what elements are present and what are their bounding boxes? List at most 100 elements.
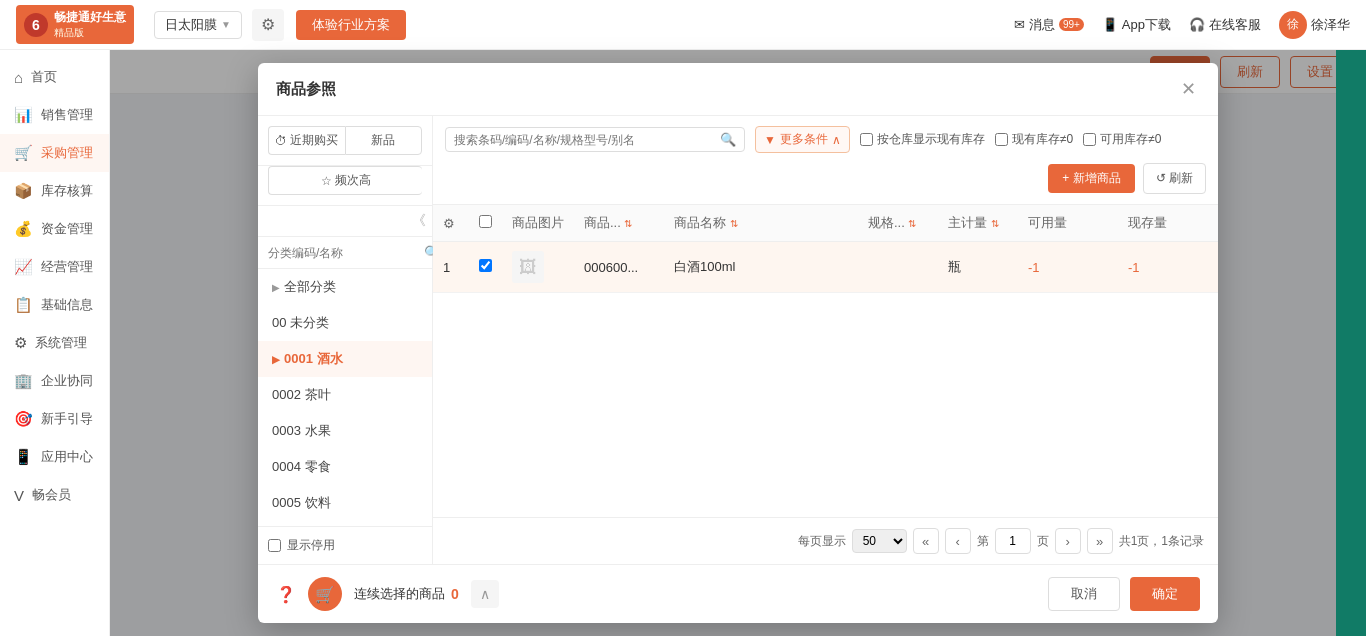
messages-badge: 99+ (1059, 18, 1084, 31)
modal-body: ⏱ 近期购买 新品 ☆ 频次高 (258, 116, 1218, 564)
modal-close-button[interactable]: ✕ (1176, 77, 1200, 101)
nav-user[interactable]: 徐 徐泽华 (1279, 11, 1350, 39)
row-image: 🖼 (502, 242, 574, 293)
sidebar-item-sales[interactable]: 📊 销售管理 (0, 96, 109, 134)
per-page-select[interactable]: 50 100 (852, 529, 907, 553)
sidebar-item-inventory[interactable]: 📦 库存核算 (0, 172, 109, 210)
stock-ne0-filter: 现有库存≠0 (995, 131, 1073, 148)
stock-ne0-label[interactable]: 现有库存≠0 (1012, 131, 1073, 148)
nav-service[interactable]: 🎧 在线客服 (1189, 16, 1261, 34)
usable-ne0-checkbox[interactable] (1083, 133, 1096, 146)
nav-messages[interactable]: ✉ 消息 99+ (1014, 16, 1084, 34)
col-spec-header[interactable]: 规格... ⇅ (858, 205, 938, 242)
product-search-input[interactable] (454, 133, 714, 147)
table-row[interactable]: 1 🖼 (433, 242, 1218, 293)
col-stock-header: 现存量 (1118, 205, 1218, 242)
add-product-button[interactable]: + 新增商品 (1048, 164, 1134, 193)
col-settings-icon[interactable]: ⚙ (443, 216, 455, 231)
message-icon: ✉ (1014, 17, 1025, 32)
sidebar-item-system[interactable]: ⚙ 系统管理 (0, 324, 109, 362)
first-page-button[interactable]: « (913, 528, 939, 554)
cat-item-00[interactable]: 00 未分类 (258, 305, 432, 341)
col-name-header[interactable]: 商品名称 ⇅ (664, 205, 858, 242)
chevron-up-icon: ∧ (480, 586, 490, 602)
sidebar-item-apps[interactable]: 📱 应用中心 (0, 438, 109, 476)
store-dropdown-icon: ▼ (221, 19, 231, 30)
cat-item-0005[interactable]: 0005 饮料 (258, 485, 432, 521)
gear-button[interactable]: ⚙ (252, 9, 284, 41)
vip-icon: V (14, 487, 24, 504)
page-word: 第 (977, 533, 989, 550)
select-all-checkbox[interactable] (479, 215, 492, 228)
cat-item-0004[interactable]: 0004 零食 (258, 449, 432, 485)
sidebar-label-finance: 资金管理 (41, 220, 93, 238)
cat-item-0003[interactable]: 0003 水果 (258, 413, 432, 449)
category-list: ▶ 全部分类 00 未分类 ▶ 0001 酒水 0002 茶 (258, 269, 432, 526)
col-unit-header[interactable]: 主计量 ⇅ (938, 205, 1018, 242)
confirm-button[interactable]: 确定 (1130, 577, 1200, 611)
cat-label-00: 00 未分类 (272, 314, 329, 332)
help-icon[interactable]: ❓ (276, 585, 296, 604)
warehouse-label[interactable]: 按仓库显示现有库存 (877, 131, 985, 148)
per-page-label: 每页显示 (798, 533, 846, 550)
prev-page-button[interactable]: ‹ (945, 528, 971, 554)
sidebar-item-vip[interactable]: V 畅会员 (0, 476, 109, 514)
new-product-button[interactable]: 新品 (345, 126, 423, 155)
home-icon: ⌂ (14, 69, 23, 86)
search-icon[interactable]: 🔍 (720, 132, 736, 147)
next-page-button[interactable]: › (1055, 528, 1081, 554)
image-placeholder-icon: 🖼 (519, 257, 537, 278)
row-checkbox-cell (469, 242, 502, 293)
sidebar-item-guide[interactable]: 🎯 新手引导 (0, 400, 109, 438)
content-area: 查询 刷新 设置 商品参照 ✕ ⏱ (110, 50, 1366, 636)
modal-title: 商品参照 (276, 80, 336, 99)
sidebar-item-basic-info[interactable]: 📋 基础信息 (0, 286, 109, 324)
top-nav: 6 畅捷通好生意 精品版 日太阳膜 ▼ ⚙ 体验行业方案 ✉ 消息 99+ 📱 … (0, 0, 1366, 50)
recent-purchase-button[interactable]: ⏱ 近期购买 (268, 126, 345, 155)
usable-ne0-label[interactable]: 可用库存≠0 (1100, 131, 1161, 148)
stock-ne0-checkbox[interactable] (995, 133, 1008, 146)
cat-item-0002[interactable]: 0002 茶叶 (258, 377, 432, 413)
sidebar-label-inventory: 库存核算 (41, 182, 93, 200)
sidebar-item-enterprise[interactable]: 🏢 企业协同 (0, 362, 109, 400)
sidebar-label-vip: 畅会员 (32, 486, 71, 504)
page-number-input[interactable] (995, 528, 1031, 554)
purchase-icon: 🛒 (14, 144, 33, 162)
nav-app-download[interactable]: 📱 App下载 (1102, 16, 1171, 34)
cat-item-all[interactable]: ▶ 全部分类 (258, 269, 432, 305)
cancel-button[interactable]: 取消 (1048, 577, 1120, 611)
avatar: 徐 (1279, 11, 1307, 39)
inventory-icon: 📦 (14, 182, 33, 200)
cart-button[interactable]: 🛒 (308, 577, 342, 611)
sidebar-item-purchase[interactable]: 🛒 采购管理 (0, 134, 109, 172)
continuous-label: 连续选择的商品 (354, 585, 445, 603)
show-disabled-checkbox[interactable] (268, 539, 281, 552)
sidebar-item-finance[interactable]: 💰 资金管理 (0, 210, 109, 248)
table-refresh-button[interactable]: ↺ 刷新 (1143, 163, 1206, 194)
messages-label: 消息 (1029, 16, 1055, 34)
trial-button[interactable]: 体验行业方案 (296, 10, 406, 40)
collapse-left-icon[interactable]: 《 (412, 212, 426, 230)
store-selector[interactable]: 日太阳膜 ▼ (154, 11, 242, 39)
warehouse-checkbox[interactable] (860, 133, 873, 146)
last-page-button[interactable]: » (1087, 528, 1113, 554)
sidebar-label-home: 首页 (31, 68, 57, 86)
cat-label-0005: 0005 饮料 (272, 494, 331, 512)
logo-area[interactable]: 6 畅捷通好生意 精品版 (16, 5, 134, 44)
show-disabled-label[interactable]: 显示停用 (287, 537, 335, 554)
basic-icon: 📋 (14, 296, 33, 314)
frequent-button[interactable]: ☆ 频次高 (268, 166, 422, 195)
collapse-up-button[interactable]: ∧ (471, 580, 499, 608)
more-filters-button[interactable]: ▼ 更多条件 ∧ (755, 126, 850, 153)
cat-item-0001[interactable]: ▶ 0001 酒水 (258, 341, 432, 377)
cat-search-input[interactable] (268, 246, 418, 260)
sidebar-item-operations[interactable]: 📈 经营管理 (0, 248, 109, 286)
filter-collapse-icon: ∧ (832, 133, 841, 147)
row-checkbox[interactable] (479, 259, 492, 272)
col-code-header[interactable]: 商品... ⇅ (574, 205, 664, 242)
sort-name-icon: ⇅ (730, 218, 738, 229)
sidebar-item-home[interactable]: ⌂ 首页 (0, 58, 109, 96)
category-sidebar: ⏱ 近期购买 新品 ☆ 频次高 (258, 116, 433, 564)
cat-label-0001: 0001 酒水 (284, 350, 343, 368)
cat-footer: 显示停用 (258, 526, 432, 564)
